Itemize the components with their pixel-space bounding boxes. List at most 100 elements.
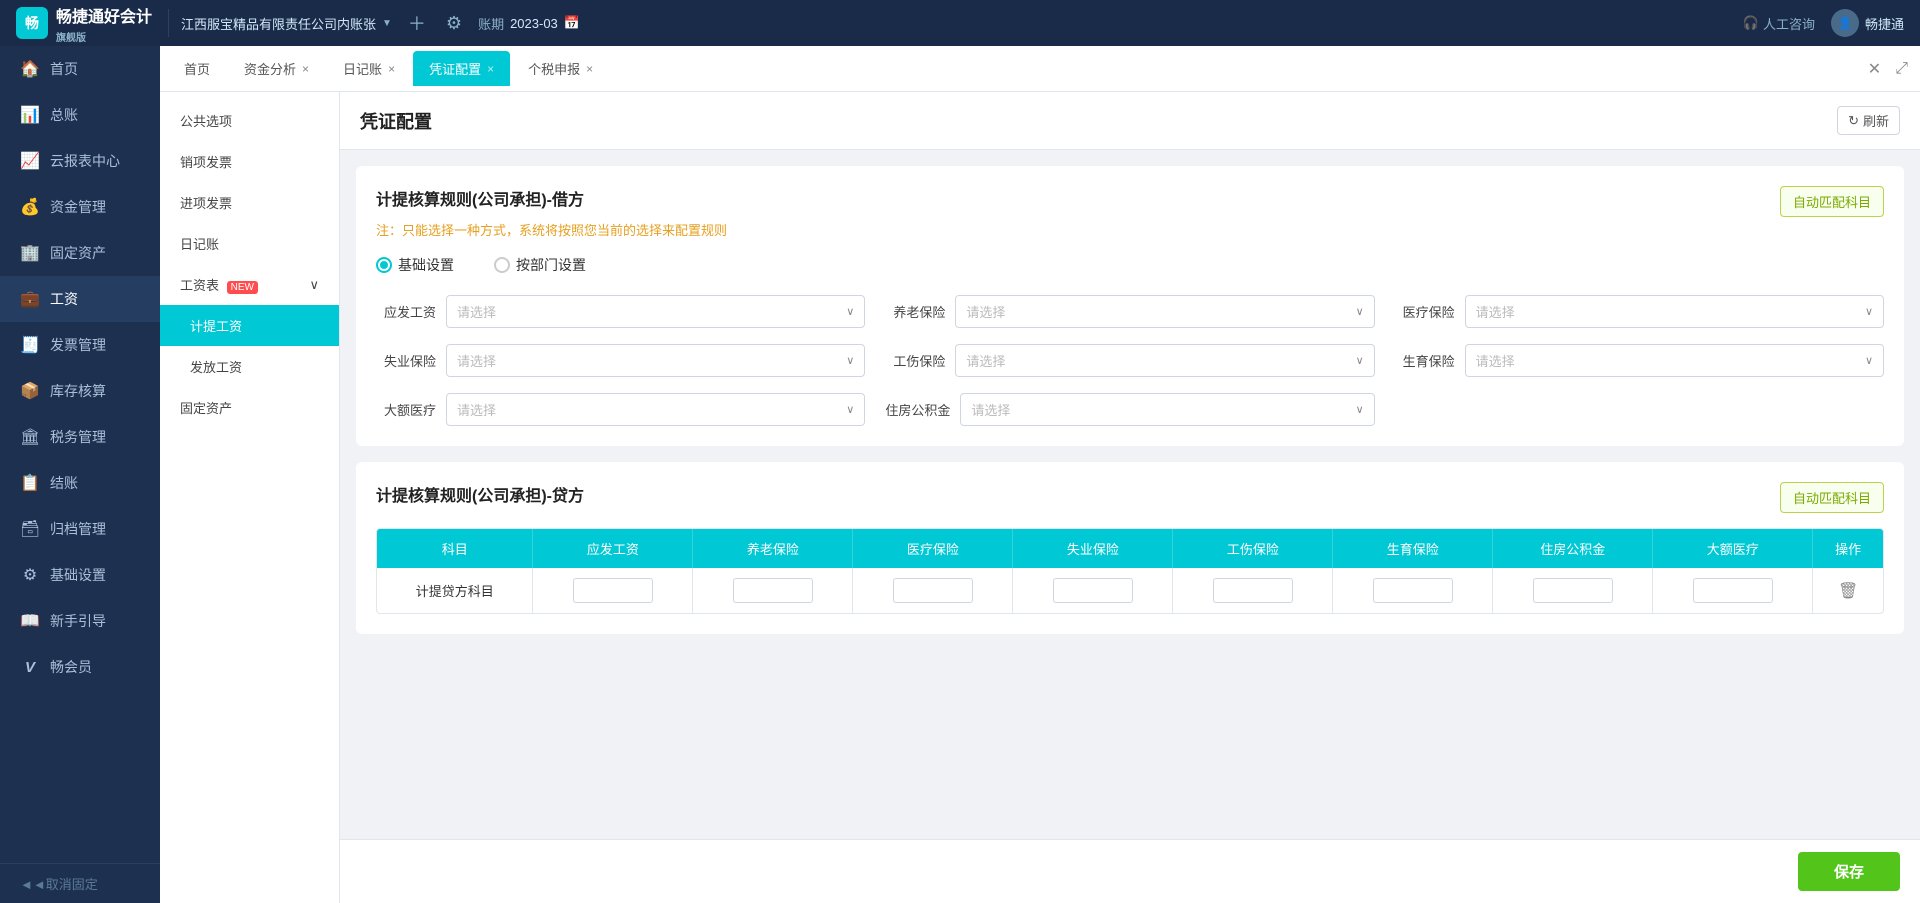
sidebar-item-archive[interactable]: 🗃 归档管理 bbox=[0, 506, 160, 552]
tab-bar: 首页 资金分析 × 日记账 × 凭证配置 × 个税申报 × ✕ ⤢ bbox=[160, 46, 1920, 92]
left-nav-sales-invoice[interactable]: 销项发票 bbox=[160, 141, 339, 182]
input-unemployment[interactable] bbox=[1053, 578, 1133, 603]
radio-by-dept[interactable]: 按部门设置 bbox=[494, 255, 586, 275]
large-medical-select[interactable]: 请选择 ∨ bbox=[446, 393, 865, 426]
medical-placeholder: 请选择 bbox=[1476, 302, 1515, 321]
sidebar: 🏠 首页 📊 总账 📈 云报表中心 💰 资金管理 🏢 固定资产 💼 工资 🧾 发… bbox=[0, 46, 160, 903]
sidebar-item-ledger[interactable]: 📊 总账 bbox=[0, 92, 160, 138]
tab-fund-analysis[interactable]: 资金分析 × bbox=[228, 51, 325, 86]
close-accounts-icon: 📋 bbox=[20, 473, 40, 493]
pension-select[interactable]: 请选择 ∨ bbox=[955, 295, 1374, 328]
cancel-fixed-btn[interactable]: ◄◄取消固定 bbox=[0, 863, 160, 903]
tab-tax-filing-label: 个税申报 bbox=[528, 59, 580, 78]
work-injury-select[interactable]: 请选择 ∨ bbox=[955, 344, 1374, 377]
unemployment-select[interactable]: 请选择 ∨ bbox=[446, 344, 865, 377]
salary-icon: 💼 bbox=[20, 289, 40, 309]
sidebar-label-fund: 资金管理 bbox=[50, 197, 106, 217]
sidebar-label-inventory: 库存核算 bbox=[50, 381, 106, 401]
input-large-medical[interactable] bbox=[1693, 578, 1773, 603]
large-medical-chevron-icon: ∨ bbox=[846, 403, 854, 416]
settings-icon[interactable]: ⚙ bbox=[442, 9, 466, 38]
debit-section-note: 注：只能选择一种方式，系统将按照您当前的选择来配置规则 bbox=[376, 220, 1884, 239]
input-pension[interactable] bbox=[733, 578, 813, 603]
sidebar-item-fixed-assets[interactable]: 🏢 固定资产 bbox=[0, 230, 160, 276]
sidebar-item-home[interactable]: 🏠 首页 bbox=[0, 46, 160, 92]
unemployment-placeholder: 请选择 bbox=[457, 351, 496, 370]
left-nav-purchase-invoice[interactable]: 进项发票 bbox=[160, 182, 339, 223]
sidebar-label-salary: 工资 bbox=[50, 289, 78, 309]
tab-home-label: 首页 bbox=[184, 59, 210, 78]
input-gross-salary[interactable] bbox=[573, 578, 653, 603]
page-title: 凭证配置 bbox=[360, 108, 432, 134]
tab-fund-analysis-label: 资金分析 bbox=[244, 59, 296, 78]
cell-work-injury bbox=[1173, 568, 1333, 613]
credit-auto-match-btn[interactable]: 自动匹配科目 bbox=[1780, 482, 1884, 513]
credit-table-wrapper: 科目 应发工资 养老保险 医疗保险 失业保险 工伤保险 生育保险 住房公积金 大 bbox=[376, 528, 1884, 614]
calendar-icon[interactable]: 📅 bbox=[564, 15, 580, 31]
tab-tax-filing-close[interactable]: × bbox=[586, 62, 593, 76]
sidebar-item-salary[interactable]: 💼 工资 bbox=[0, 276, 160, 322]
cell-pension bbox=[693, 568, 853, 613]
app-logo-text: 畅捷通好会计 bbox=[56, 3, 152, 27]
maternity-select[interactable]: 请选择 ∨ bbox=[1465, 344, 1884, 377]
refresh-button[interactable]: ↻ 刷新 bbox=[1837, 106, 1900, 135]
housing-fund-select[interactable]: 请选择 ∨ bbox=[960, 393, 1374, 426]
tab-voucher-config[interactable]: 凭证配置 × bbox=[413, 51, 510, 86]
sidebar-item-reports[interactable]: 📈 云报表中心 bbox=[0, 138, 160, 184]
left-nav-payroll-payout[interactable]: 发放工资 bbox=[160, 346, 339, 387]
sidebar-label-invoice: 发票管理 bbox=[50, 335, 106, 355]
left-nav-payroll-accrual[interactable]: 计提工资 bbox=[160, 305, 339, 346]
tab-journal-close[interactable]: × bbox=[388, 62, 395, 76]
sidebar-label-tax: 税务管理 bbox=[50, 427, 106, 447]
pension-label: 养老保险 bbox=[885, 302, 945, 321]
customer-service-btn[interactable]: 🎧 人工咨询 bbox=[1743, 14, 1815, 33]
left-nav-payroll-group[interactable]: 工资表 NEW ∨ bbox=[160, 264, 339, 305]
gross-salary-select[interactable]: 请选择 ∨ bbox=[446, 295, 865, 328]
save-button[interactable]: 保存 bbox=[1798, 852, 1900, 891]
field-medical: 医疗保险 请选择 ∨ bbox=[1395, 295, 1884, 328]
tab-close-btn[interactable]: ✕ bbox=[1864, 55, 1885, 83]
sidebar-item-vip[interactable]: V 畅会员 bbox=[0, 644, 160, 690]
field-gross-salary: 应发工资 请选择 ∨ bbox=[376, 295, 865, 328]
tab-fund-analysis-close[interactable]: × bbox=[302, 62, 309, 76]
company-selector[interactable]: 江西服宝精品有限责任公司内账张 ▼ bbox=[181, 14, 392, 33]
ledger-icon: 📊 bbox=[20, 105, 40, 125]
sidebar-item-basic-settings[interactable]: ⚙ 基础设置 bbox=[0, 552, 160, 598]
tab-voucher-config-close[interactable]: × bbox=[487, 62, 494, 76]
sidebar-label-fixed-assets: 固定资产 bbox=[50, 243, 106, 263]
cell-unemployment bbox=[1013, 568, 1173, 613]
debit-section-title: 计提核算规则(公司承担)-借方 bbox=[376, 186, 1884, 210]
add-button[interactable]: ＋ bbox=[404, 6, 430, 40]
input-maternity[interactable] bbox=[1373, 578, 1453, 603]
medical-select[interactable]: 请选择 ∨ bbox=[1465, 295, 1884, 328]
sidebar-item-close-accounts[interactable]: 📋 结账 bbox=[0, 460, 160, 506]
input-medical[interactable] bbox=[893, 578, 973, 603]
tab-tax-filing[interactable]: 个税申报 × bbox=[512, 51, 609, 86]
tab-expand-btn[interactable]: ⤢ bbox=[1891, 55, 1912, 83]
input-work-injury[interactable] bbox=[1213, 578, 1293, 603]
cell-large-medical bbox=[1653, 568, 1813, 613]
left-nav-journal[interactable]: 日记账 bbox=[160, 223, 339, 264]
credit-table: 科目 应发工资 养老保险 医疗保险 失业保险 工伤保险 生育保险 住房公积金 大 bbox=[377, 529, 1883, 613]
debit-auto-match-btn[interactable]: 自动匹配科目 bbox=[1780, 186, 1884, 217]
work-injury-label: 工伤保险 bbox=[885, 351, 945, 370]
delete-row-btn[interactable]: 🗑 bbox=[1838, 581, 1858, 601]
tab-home[interactable]: 首页 bbox=[168, 51, 226, 86]
sidebar-item-guide[interactable]: 📖 新手引导 bbox=[0, 598, 160, 644]
field-work-injury: 工伤保险 请选择 ∨ bbox=[885, 344, 1374, 377]
user-area[interactable]: 👤 畅捷通 bbox=[1831, 9, 1904, 37]
debit-section: 自动匹配科目 计提核算规则(公司承担)-借方 注：只能选择一种方式，系统将按照您… bbox=[356, 166, 1904, 446]
period-value: 2023-03 bbox=[510, 16, 558, 31]
sidebar-item-tax[interactable]: 🏛 税务管理 bbox=[0, 414, 160, 460]
left-nav-fixed-assets[interactable]: 固定资产 bbox=[160, 387, 339, 428]
vip-icon: V bbox=[20, 659, 40, 676]
input-housing-fund[interactable] bbox=[1533, 578, 1613, 603]
sidebar-item-invoice[interactable]: 🧾 发票管理 bbox=[0, 322, 160, 368]
company-name: 江西服宝精品有限责任公司内账张 bbox=[181, 14, 376, 33]
sidebar-item-fund[interactable]: 💰 资金管理 bbox=[0, 184, 160, 230]
sidebar-item-inventory[interactable]: 📦 库存核算 bbox=[0, 368, 160, 414]
headset-icon: 🎧 bbox=[1743, 15, 1759, 31]
left-nav-public-options[interactable]: 公共选项 bbox=[160, 100, 339, 141]
radio-basic-settings[interactable]: 基础设置 bbox=[376, 255, 454, 275]
tab-journal[interactable]: 日记账 × bbox=[327, 51, 411, 86]
